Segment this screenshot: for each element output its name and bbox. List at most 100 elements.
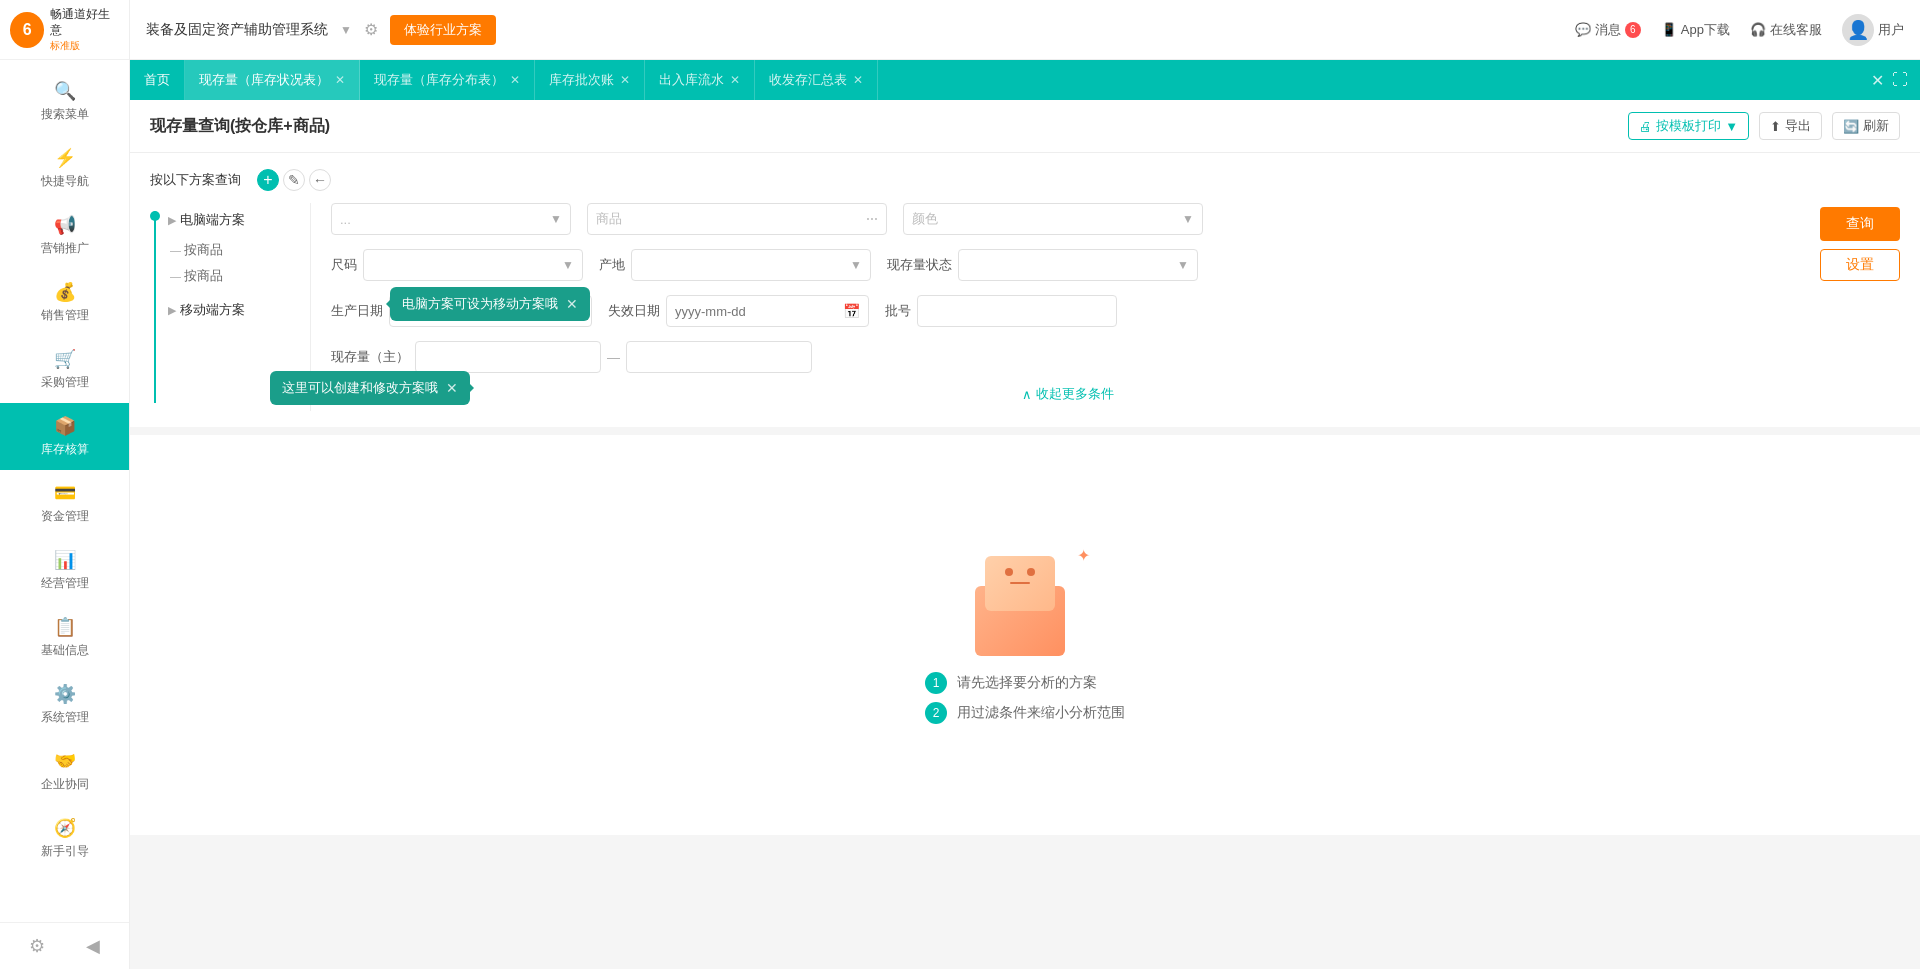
sidebar-item-operations[interactable]: 📊 经营管理 [0, 537, 129, 604]
compass-icon: 🧭 [54, 817, 76, 839]
tab-batch-account-label: 库存批次账 [549, 71, 614, 89]
collapse-more-conditions[interactable]: ∧ 收起更多条件 [331, 377, 1804, 411]
exp-date-field[interactable] [675, 304, 843, 319]
chevron-up-icon: ∧ [1022, 387, 1032, 402]
message-icon: 💬 [1575, 22, 1591, 37]
scheme-tooltip-popup: 电脑方案可设为移动方案哦 ✕ [390, 287, 590, 321]
mobile-scheme-arrow: ▶ [168, 304, 176, 317]
inventory-qty-to-field[interactable] [635, 350, 803, 365]
export-button[interactable]: ⬆ 导出 [1759, 112, 1822, 140]
empty-state: ✦ 1 请先选择要分析的方案 2 用过滤条件来缩小分析范围 [905, 466, 1145, 804]
maximize-icon[interactable]: ⛶ [1892, 71, 1908, 89]
sidebar-item-marketing[interactable]: 📢 营销推广 [0, 202, 129, 269]
refresh-button[interactable]: 🔄 刷新 [1832, 112, 1900, 140]
empty-step-2: 2 用过滤条件来缩小分析范围 [925, 702, 1125, 724]
avatar: 👤 [1842, 14, 1874, 46]
filter-actions: + ✎ ← [257, 169, 331, 191]
settings-bottom-icon[interactable]: ⚙ [29, 935, 45, 957]
collapse-sidebar-icon[interactable]: ◀ [86, 935, 100, 957]
color-chevron-icon: ▼ [1182, 212, 1194, 226]
sidebar-item-sales[interactable]: 💰 销售管理 [0, 269, 129, 336]
tabbar-actions: ✕ ⛶ [1859, 71, 1920, 90]
scheme-tooltip-close[interactable]: ✕ [566, 296, 578, 312]
tab-close-in-out-flow[interactable]: ✕ [730, 73, 740, 87]
content-divider [130, 427, 1920, 435]
sidebar-item-enterprise[interactable]: 🤝 企业协同 [0, 738, 129, 805]
inventory-qty-from-field[interactable] [424, 350, 592, 365]
gear-nav-icon: ⚙️ [54, 683, 76, 705]
scheme-sub-item-1[interactable]: — 按商品 [170, 237, 310, 263]
header-right: 💬 消息 6 📱 App下载 🎧 在线客服 👤 用户 [1575, 14, 1904, 46]
message-action[interactable]: 💬 消息 6 [1575, 21, 1641, 39]
sidebar-item-inventory[interactable]: 📦 库存核算 [0, 403, 129, 470]
sidebar-item-base-info[interactable]: 📋 基础信息 [0, 604, 129, 671]
warehouse-placeholder: ... [340, 212, 351, 227]
origin-label: 产地 [599, 256, 625, 274]
size-select[interactable]: ▼ [363, 249, 583, 281]
color-select[interactable]: 颜色 ▼ [903, 203, 1203, 235]
empty-steps: 1 请先选择要分析的方案 2 用过滤条件来缩小分析范围 [925, 672, 1125, 724]
exp-date-input[interactable]: 📅 [666, 295, 869, 327]
batch-field[interactable] [926, 304, 1108, 319]
user-action[interactable]: 👤 用户 [1842, 14, 1904, 46]
headset-icon: 🎧 [1750, 22, 1766, 37]
sidebar-bottom: ⚙ ◀ [0, 922, 129, 969]
app-download-action[interactable]: 📱 App下载 [1661, 21, 1730, 39]
exp-date-cal-icon[interactable]: 📅 [843, 303, 860, 319]
tab-close-inventory-status[interactable]: ✕ [335, 73, 345, 87]
close-all-tabs-icon[interactable]: ✕ [1871, 71, 1884, 90]
chart-icon: 📊 [54, 549, 76, 571]
add-scheme-button[interactable]: + [257, 169, 279, 191]
scheme-sub-item-2[interactable]: — 按商品 [170, 263, 310, 289]
solution-button[interactable]: 体验行业方案 [390, 15, 496, 45]
create-tooltip-close[interactable]: ✕ [446, 380, 458, 396]
inventory-qty-label: 现存量（主） [331, 348, 409, 366]
header-gear-icon[interactable]: ⚙ [364, 20, 378, 39]
origin-select[interactable]: ▼ [631, 249, 871, 281]
logo-icon: 6 [10, 12, 44, 48]
system-dropdown-icon[interactable]: ▼ [340, 23, 352, 37]
header-left: 装备及固定资产辅助管理系统 ▼ ⚙ 体验行业方案 [146, 15, 496, 45]
tab-batch-account[interactable]: 库存批次账 ✕ [535, 60, 645, 100]
sidebar-item-finance[interactable]: 💳 资金管理 [0, 470, 129, 537]
tab-collect-summary[interactable]: 收发存汇总表 ✕ [755, 60, 878, 100]
inventory-status-label: 现存量状态 [887, 256, 952, 274]
tab-close-collect-summary[interactable]: ✕ [853, 73, 863, 87]
tab-home[interactable]: 首页 [130, 60, 185, 100]
tab-home-label: 首页 [144, 71, 170, 89]
money-icon: 💰 [54, 281, 76, 303]
desktop-scheme-item[interactable]: ▶ 电脑端方案 [150, 207, 310, 233]
cart-icon: 🛒 [54, 348, 76, 370]
product-select[interactable]: 商品 ⋯ [587, 203, 887, 235]
back-arrow-button[interactable]: ← [309, 169, 331, 191]
tab-in-out-flow[interactable]: 出入库流水 ✕ [645, 60, 755, 100]
warehouse-select[interactable]: ... ▼ [331, 203, 571, 235]
sidebar-nav: 🔍 搜索菜单 ⚡ 快捷导航 📢 营销推广 💰 销售管理 🛒 采购管理 📦 库存核… [0, 60, 129, 922]
sidebar-item-guide[interactable]: 🧭 新手引导 [0, 805, 129, 872]
inventory-qty-from[interactable] [415, 341, 601, 373]
online-support-action[interactable]: 🎧 在线客服 [1750, 21, 1822, 39]
tab-inventory-status[interactable]: 现存量（库存状况表） ✕ [185, 60, 360, 100]
page-actions: 🖨 按模板打印 ▼ ⬆ 导出 🔄 刷新 [1628, 112, 1900, 140]
step-1-text: 请先选择要分析的方案 [957, 674, 1097, 692]
reset-button[interactable]: 设置 [1820, 249, 1900, 281]
sidebar-item-system[interactable]: ⚙️ 系统管理 [0, 671, 129, 738]
sidebar-item-purchase[interactable]: 🛒 采购管理 [0, 336, 129, 403]
sidebar-item-search[interactable]: 🔍 搜索菜单 [0, 68, 129, 135]
tab-inventory-status-label: 现存量（库存状况表） [199, 71, 329, 89]
tab-inventory-distribution[interactable]: 现存量（库存分布表） ✕ [360, 60, 535, 100]
batch-input[interactable] [917, 295, 1117, 327]
top-header: 装备及固定资产辅助管理系统 ▼ ⚙ 体验行业方案 💬 消息 6 📱 App下载 … [130, 0, 1920, 60]
inventory-qty-to[interactable] [626, 341, 812, 373]
tab-in-out-flow-label: 出入库流水 [659, 71, 724, 89]
arrow-left-icon: ← [313, 172, 327, 188]
inventory-status-select[interactable]: ▼ [958, 249, 1198, 281]
template-print-button[interactable]: 🖨 按模板打印 ▼ [1628, 112, 1749, 140]
query-button[interactable]: 查询 [1820, 207, 1900, 241]
sidebar-item-quick-nav[interactable]: ⚡ 快捷导航 [0, 135, 129, 202]
edit-scheme-button[interactable]: ✎ [283, 169, 305, 191]
lightning-icon: ⚡ [54, 147, 76, 169]
tab-close-inventory-distribution[interactable]: ✕ [510, 73, 520, 87]
mobile-scheme-item[interactable]: ▶ 移动端方案 [150, 297, 310, 323]
tab-close-batch-account[interactable]: ✕ [620, 73, 630, 87]
